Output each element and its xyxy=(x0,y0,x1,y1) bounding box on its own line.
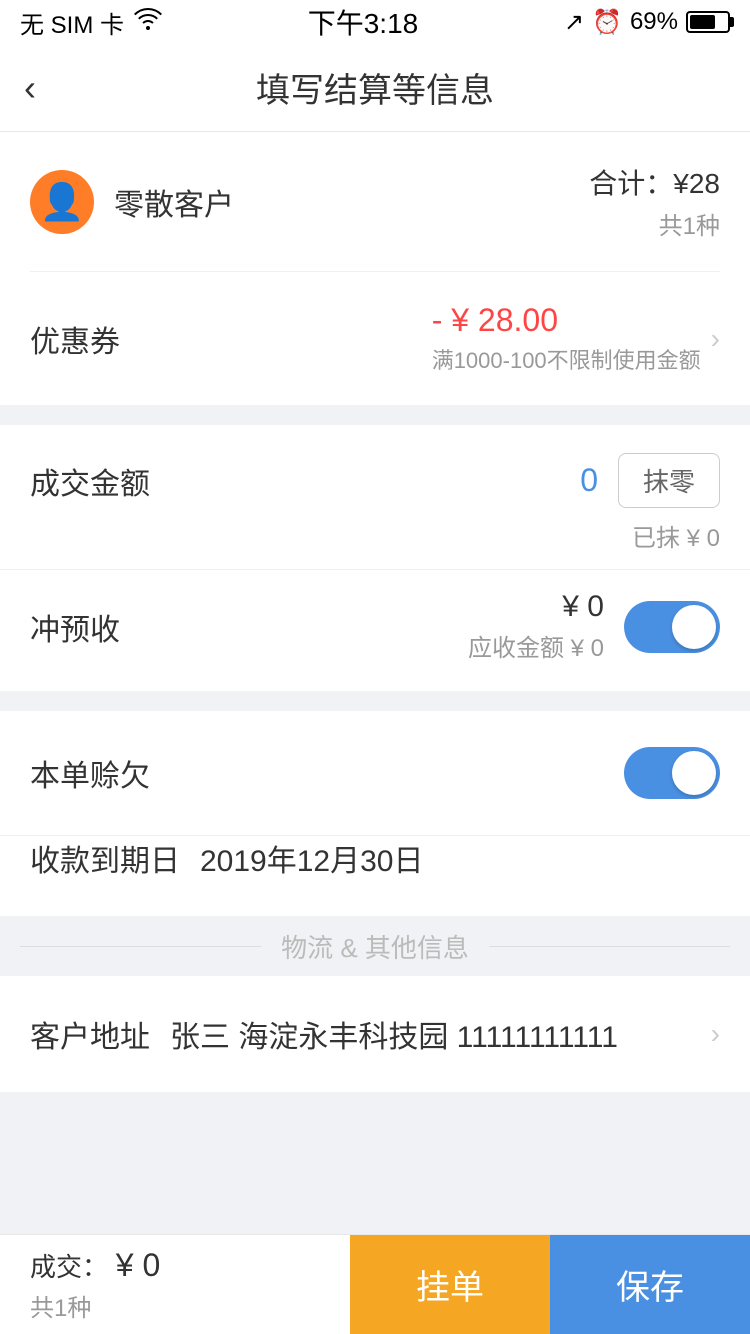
bottom-deal-row: 成交： ¥ 0 xyxy=(30,1247,320,1284)
bottom-deal-label: 成交： xyxy=(30,1252,108,1282)
debt-toggle[interactable] xyxy=(624,747,720,799)
coupon-amount: - ¥ 28.00 xyxy=(432,302,701,339)
coupon-right: - ¥ 28.00 满1000-100不限制使用金额 › xyxy=(432,302,720,375)
coupon-info: - ¥ 28.00 满1000-100不限制使用金额 xyxy=(432,302,701,375)
section-divider-1 xyxy=(0,405,750,425)
battery-icon xyxy=(686,11,730,33)
prereceive-sub: 应收金额 ¥ 0 xyxy=(468,628,604,663)
section-divider-2 xyxy=(0,691,750,711)
coupon-section: 优惠券 - ¥ 28.00 满1000-100不限制使用金额 › xyxy=(0,272,750,405)
bottom-count: 共1种 xyxy=(30,1288,320,1323)
prereceive-amount: ¥ 0 xyxy=(468,590,604,624)
status-bar: 无 SIM 卡 下午3:18 ↗ ⏰ 69% xyxy=(0,0,750,44)
duedate-row[interactable]: 收款到期日 2019年12月30日 xyxy=(30,836,720,916)
deal-amount-section: 成交金额 0 抹零 已抹 ¥ 0 冲预收 ¥ 0 应收金额 ¥ 0 xyxy=(0,425,750,691)
prereceive-right: ¥ 0 应收金额 ¥ 0 xyxy=(468,590,720,663)
customer-right: 合计：¥28 共1种 xyxy=(589,162,720,241)
battery-percent: 69% xyxy=(630,8,678,36)
deal-amount-value: 0 xyxy=(580,462,598,499)
debt-section: 本单赊欠 收款到期日 2019年12月30日 xyxy=(0,711,750,916)
customer-count: 共1种 xyxy=(589,206,720,241)
duedate-value: 2019年12月30日 xyxy=(200,836,423,880)
deal-amount-row: 成交金额 0 抹零 xyxy=(30,425,720,518)
alarm-icon: ⏰ xyxy=(592,8,622,37)
address-section: 客户地址 张三 海淀永丰科技园 11111111111 › xyxy=(0,976,750,1092)
chevron-right-icon: › xyxy=(711,323,720,355)
customer-row: 👤 零散客户 合计：¥28 共1种 xyxy=(30,132,720,272)
sim-label: 无 SIM 卡 xyxy=(20,5,124,40)
bottom-spacer xyxy=(0,1092,750,1212)
debt-row: 本单赊欠 xyxy=(30,711,720,835)
logistics-line-left xyxy=(20,946,261,947)
customer-name: 零散客户 xyxy=(114,180,234,224)
address-chevron-icon: › xyxy=(711,1018,720,1050)
debt-toggle-knob xyxy=(672,751,716,795)
prereceive-values: ¥ 0 应收金额 ¥ 0 xyxy=(468,590,604,663)
save-button[interactable]: 保存 xyxy=(550,1235,750,1334)
page-title: 填写结算等信息 xyxy=(256,63,494,112)
prereceive-row: 冲预收 ¥ 0 应收金额 ¥ 0 xyxy=(30,570,720,691)
location-icon: ↗ xyxy=(564,8,584,37)
debt-label: 本单赊欠 xyxy=(30,751,150,795)
nav-bar: ‹ 填写结算等信息 xyxy=(0,44,750,132)
prereceive-label: 冲预收 xyxy=(30,605,120,649)
logistics-divider: 物流 & 其他信息 xyxy=(0,916,750,976)
address-value: 张三 海淀永丰科技园 11111111111 xyxy=(170,1012,711,1056)
deal-sub-label: 已抹 ¥ 0 xyxy=(30,518,720,569)
customer-left: 👤 零散客户 xyxy=(30,170,234,234)
hang-button[interactable]: 挂单 xyxy=(350,1235,550,1334)
customer-total: 合计：¥28 xyxy=(589,162,720,202)
status-time: 下午3:18 xyxy=(308,2,419,42)
bottom-info: 成交： ¥ 0 共1种 xyxy=(0,1247,350,1323)
avatar: 👤 xyxy=(30,170,94,234)
logistics-line-right xyxy=(489,946,730,947)
deal-amount-label: 成交金额 xyxy=(30,459,150,503)
bottom-bar: 成交： ¥ 0 共1种 挂单 保存 xyxy=(0,1234,750,1334)
back-button[interactable]: ‹ xyxy=(24,67,36,109)
avatar-icon: 👤 xyxy=(40,181,85,223)
status-right: ↗ ⏰ 69% xyxy=(564,8,730,37)
logistics-text: 物流 & 其他信息 xyxy=(281,928,469,965)
address-label: 客户地址 xyxy=(30,1012,150,1056)
address-row[interactable]: 客户地址 张三 海淀永丰科技园 11111111111 › xyxy=(30,976,720,1092)
coupon-desc: 满1000-100不限制使用金额 xyxy=(432,343,701,375)
duedate-label: 收款到期日 xyxy=(30,836,180,880)
wifi-icon xyxy=(134,8,162,37)
status-left: 无 SIM 卡 xyxy=(20,5,162,40)
coupon-label: 优惠券 xyxy=(30,317,120,361)
deal-right: 0 抹零 xyxy=(580,453,720,508)
customer-section: 👤 零散客户 合计：¥28 共1种 xyxy=(0,132,750,272)
round-button[interactable]: 抹零 xyxy=(618,453,720,508)
toggle-knob xyxy=(672,605,716,649)
coupon-row[interactable]: 优惠券 - ¥ 28.00 满1000-100不限制使用金额 › xyxy=(30,272,720,405)
bottom-deal-value: ¥ 0 xyxy=(116,1247,160,1283)
prereceive-toggle[interactable] xyxy=(624,601,720,653)
